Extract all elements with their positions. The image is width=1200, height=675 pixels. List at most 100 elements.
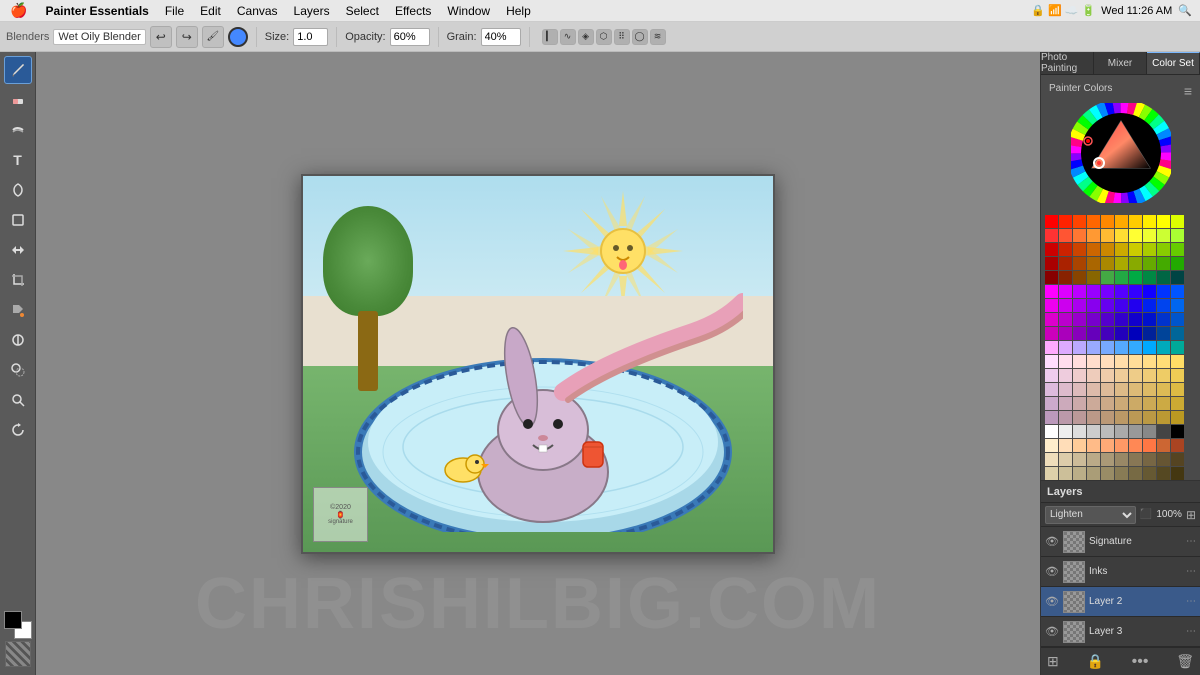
swatch-13-1[interactable] [1059, 397, 1072, 410]
swatch-13-4[interactable] [1101, 397, 1114, 410]
brush-variant-2[interactable]: ∿ [560, 29, 576, 45]
swatch-13-8[interactable] [1157, 397, 1170, 410]
swatch-14-9[interactable] [1171, 411, 1184, 424]
swatch-12-1[interactable] [1059, 383, 1072, 396]
swatch-3-5[interactable] [1115, 257, 1128, 270]
tab-photo-painting[interactable]: Photo Painting [1041, 52, 1094, 74]
swatch-16-6[interactable] [1129, 439, 1142, 452]
swatch-10-4[interactable] [1101, 355, 1114, 368]
swatch-18-2[interactable] [1073, 467, 1086, 480]
swatch-11-2[interactable] [1073, 369, 1086, 382]
color-options-icon[interactable]: ≡ [1184, 83, 1192, 99]
swatch-9-9[interactable] [1171, 341, 1184, 354]
swatch-18-3[interactable] [1087, 467, 1100, 480]
swatch-14-2[interactable] [1073, 411, 1086, 424]
swatch-0-7[interactable] [1143, 215, 1156, 228]
swatch-18-1[interactable] [1059, 467, 1072, 480]
swatch-5-5[interactable] [1115, 285, 1128, 298]
swatch-11-9[interactable] [1171, 369, 1184, 382]
swatch-3-6[interactable] [1129, 257, 1142, 270]
swatch-2-5[interactable] [1115, 243, 1128, 256]
swatch-12-7[interactable] [1143, 383, 1156, 396]
swatch-8-7[interactable] [1143, 327, 1156, 340]
layer-visibility-layer3[interactable]: 👁 [1045, 625, 1059, 639]
swatch-8-9[interactable] [1171, 327, 1184, 340]
swatch-7-3[interactable] [1087, 313, 1100, 326]
brush-variant-3[interactable]: ◈ [578, 29, 594, 45]
swatch-2-2[interactable] [1073, 243, 1086, 256]
redo-button[interactable]: ↪ [176, 26, 198, 48]
brush-tool[interactable] [4, 56, 32, 84]
swatch-10-7[interactable] [1143, 355, 1156, 368]
swatch-16-5[interactable] [1115, 439, 1128, 452]
swatch-18-4[interactable] [1101, 467, 1114, 480]
swatch-18-7[interactable] [1143, 467, 1156, 480]
swatch-3-1[interactable] [1059, 257, 1072, 270]
swatch-14-6[interactable] [1129, 411, 1142, 424]
swatch-17-7[interactable] [1143, 453, 1156, 466]
swatch-1-4[interactable] [1101, 229, 1114, 242]
rotate-tool[interactable] [4, 416, 32, 444]
swatch-4-7[interactable] [1143, 271, 1156, 284]
swatch-0-6[interactable] [1129, 215, 1142, 228]
swatch-17-8[interactable] [1157, 453, 1170, 466]
swatch-18-6[interactable] [1129, 467, 1142, 480]
layer-item-layer3[interactable]: 👁 Layer 3 ⋯ [1041, 617, 1200, 647]
swatch-15-4[interactable] [1101, 425, 1114, 438]
canvas-area[interactable]: // will be created dynamically below [36, 52, 1040, 675]
swatch-0-3[interactable] [1087, 215, 1100, 228]
swatch-0-8[interactable] [1157, 215, 1170, 228]
swatch-12-5[interactable] [1115, 383, 1128, 396]
brush-settings-button[interactable]: 🖌 [202, 26, 224, 48]
layer-visibility-layer2[interactable]: 👁 [1045, 595, 1059, 609]
swatch-7-0[interactable] [1045, 313, 1058, 326]
brush-variant-7[interactable]: ≋ [650, 29, 666, 45]
swatch-8-3[interactable] [1087, 327, 1100, 340]
menu-help[interactable]: Help [506, 4, 531, 18]
swatch-1-7[interactable] [1143, 229, 1156, 242]
swatch-11-3[interactable] [1087, 369, 1100, 382]
swatch-3-0[interactable] [1045, 257, 1058, 270]
swatch-2-8[interactable] [1157, 243, 1170, 256]
swatch-6-9[interactable] [1171, 299, 1184, 312]
swatch-3-3[interactable] [1087, 257, 1100, 270]
layer-options-icon[interactable]: ⊞ [1186, 508, 1196, 522]
swatch-5-3[interactable] [1087, 285, 1100, 298]
swatch-5-9[interactable] [1171, 285, 1184, 298]
swatch-10-9[interactable] [1171, 355, 1184, 368]
grain-input[interactable] [481, 28, 521, 46]
swatch-14-5[interactable] [1115, 411, 1128, 424]
swatch-11-5[interactable] [1115, 369, 1128, 382]
swatch-9-4[interactable] [1101, 341, 1114, 354]
swatch-9-5[interactable] [1115, 341, 1128, 354]
tab-mixer[interactable]: Mixer [1094, 52, 1147, 74]
swatch-5-1[interactable] [1059, 285, 1072, 298]
swatch-7-5[interactable] [1115, 313, 1128, 326]
swatch-18-9[interactable] [1171, 467, 1184, 480]
menu-canvas[interactable]: Canvas [237, 4, 278, 18]
swatch-0-5[interactable] [1115, 215, 1128, 228]
swatch-4-2[interactable] [1073, 271, 1086, 284]
swatch-14-4[interactable] [1101, 411, 1114, 424]
swatch-4-6[interactable] [1129, 271, 1142, 284]
size-input[interactable] [293, 28, 328, 46]
menu-edit[interactable]: Edit [200, 4, 221, 18]
swatch-13-2[interactable] [1073, 397, 1086, 410]
swatch-7-4[interactable] [1101, 313, 1114, 326]
swatch-5-6[interactable] [1129, 285, 1142, 298]
swatch-17-3[interactable] [1087, 453, 1100, 466]
swatch-3-7[interactable] [1143, 257, 1156, 270]
layer-item-inks[interactable]: 👁 Inks ⋯ [1041, 557, 1200, 587]
swatch-4-8[interactable] [1157, 271, 1170, 284]
swatch-2-6[interactable] [1129, 243, 1142, 256]
clone-tool[interactable] [4, 356, 32, 384]
tab-color-set[interactable]: Color Set [1147, 52, 1200, 74]
swatch-8-5[interactable] [1115, 327, 1128, 340]
swatch-6-2[interactable] [1073, 299, 1086, 312]
swatch-1-5[interactable] [1115, 229, 1128, 242]
swatch-2-9[interactable] [1171, 243, 1184, 256]
swatch-8-2[interactable] [1073, 327, 1086, 340]
menu-select[interactable]: Select [346, 4, 379, 18]
blend-mode-select[interactable]: Lighten Normal Multiply Screen Overlay [1045, 506, 1136, 524]
swatch-14-8[interactable] [1157, 411, 1170, 424]
